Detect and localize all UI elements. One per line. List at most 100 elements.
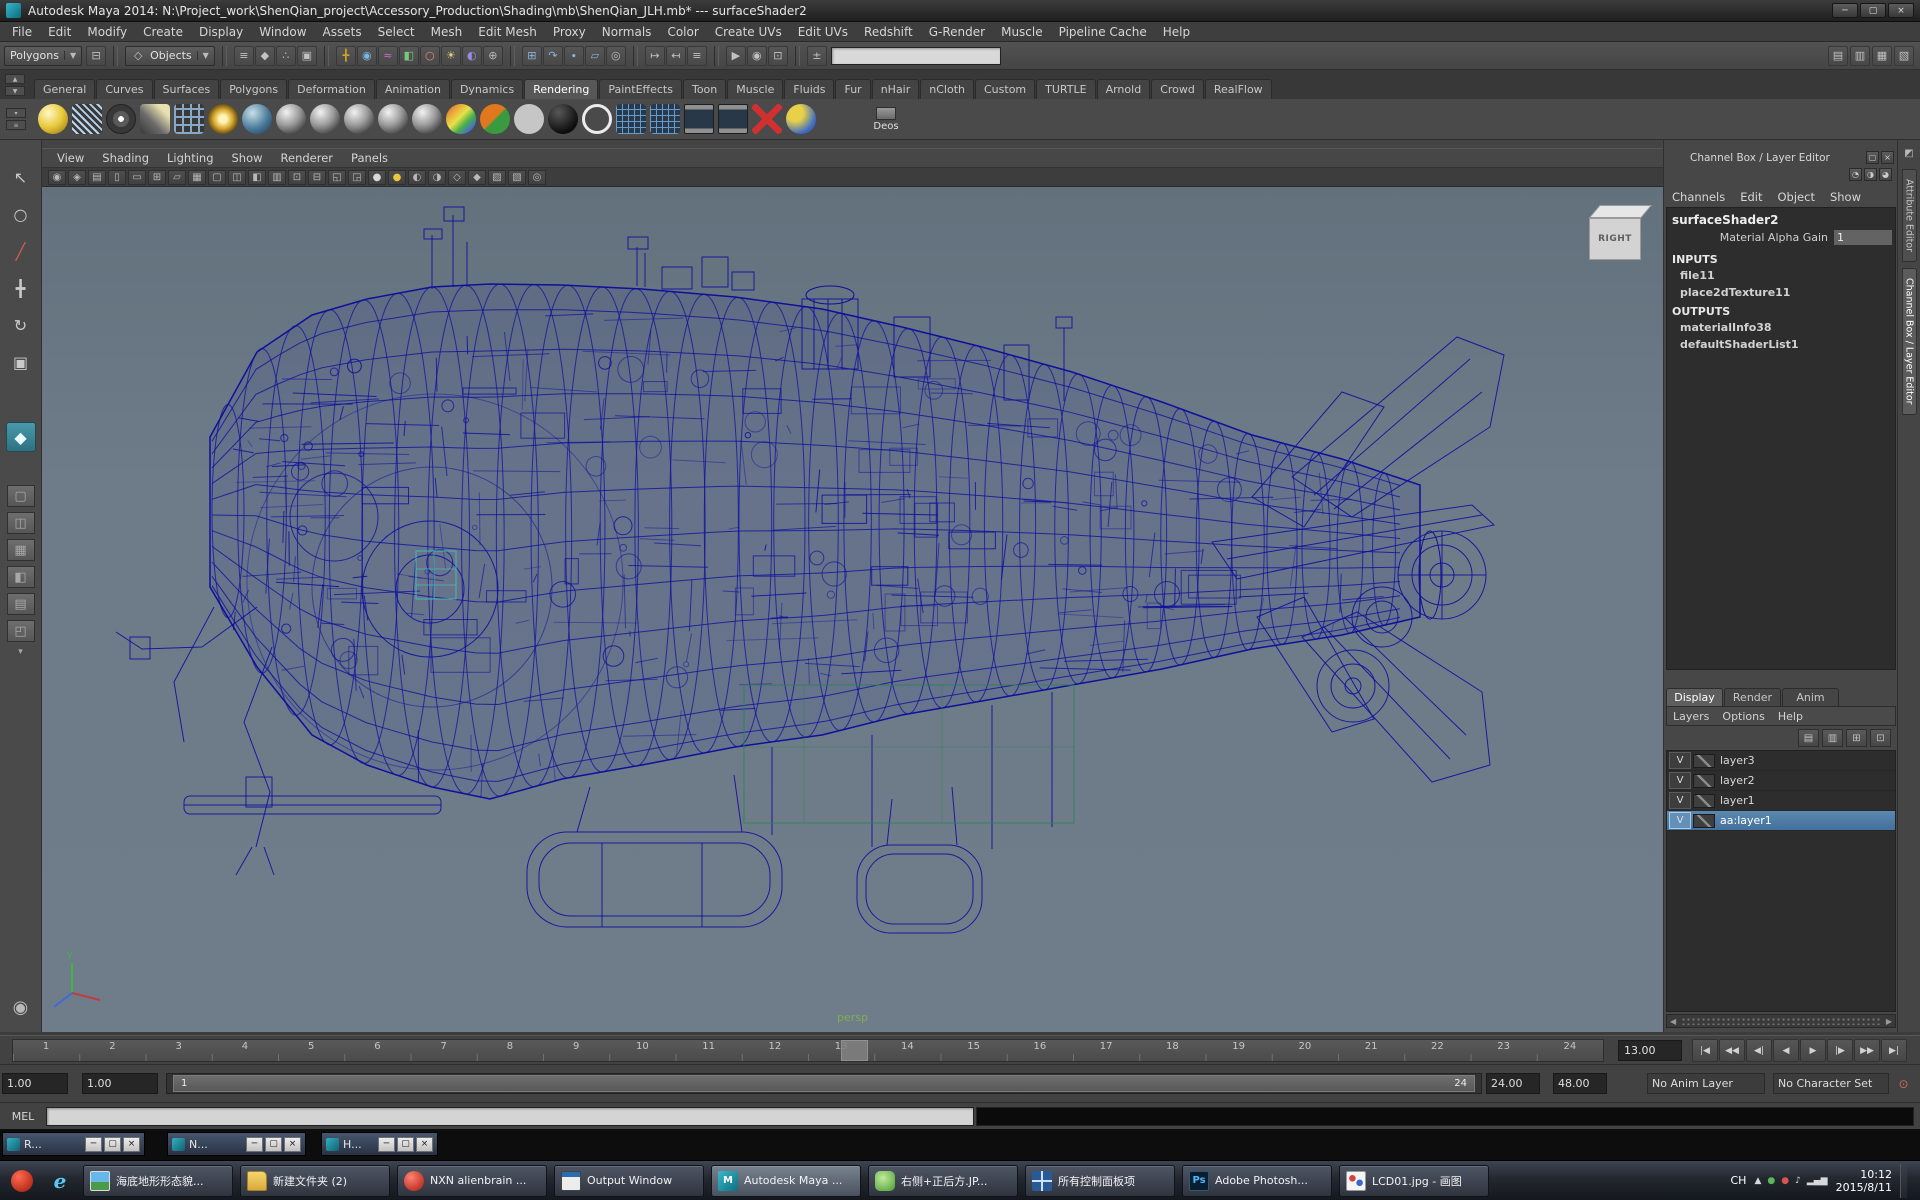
select-object-icon[interactable]: ◆	[254, 45, 275, 66]
step-forward-frame-button[interactable]: ▶▶	[1854, 1039, 1880, 1062]
shelf-tab-toon[interactable]: Toon	[682, 79, 727, 99]
ramp-shader-icon[interactable]	[446, 104, 476, 134]
shelf-tab-animation[interactable]: Animation	[375, 79, 450, 99]
shelf-tab-general[interactable]: General	[34, 79, 96, 99]
menu-mesh[interactable]: Mesh	[423, 22, 471, 42]
film-gate-icon[interactable]: ▢	[208, 169, 226, 185]
playback-end-field[interactable]: 24.00	[1486, 1073, 1540, 1094]
uv-texture-editor-icon[interactable]	[616, 104, 646, 134]
menu-edit-mesh[interactable]: Edit Mesh	[470, 22, 545, 42]
viewport-menu-panels[interactable]: Panels	[342, 151, 397, 165]
frame-all-icon[interactable]: ◱	[328, 169, 346, 185]
channel-box-menu-object[interactable]: Object	[1778, 190, 1815, 204]
lock-camera-icon[interactable]: ◈	[68, 169, 86, 185]
absolute-relative-toggle-icon[interactable]: ±	[806, 45, 827, 66]
shelf-tab-realflow[interactable]: RealFlow	[1204, 79, 1272, 99]
lasso-tool-icon[interactable]: ○	[6, 199, 36, 229]
start-menu-icon[interactable]	[5, 1165, 39, 1197]
uv-snapshot-icon[interactable]	[650, 104, 680, 134]
layout-menu-button[interactable]: ▾	[18, 647, 23, 657]
layer-editor-tab-render[interactable]: Render	[1724, 688, 1781, 706]
last-tool-icon[interactable]: ◆	[5, 422, 36, 452]
channel-node-item[interactable]: defaultShaderList1	[1667, 336, 1895, 353]
layer-visibility-toggle[interactable]: V	[1669, 792, 1691, 809]
mask-deformers-icon[interactable]: ○	[419, 45, 440, 66]
maximize-button[interactable]: ▢	[1860, 3, 1886, 18]
sidebar-tab-attribute-editor[interactable]: Attribute Editor	[1901, 169, 1917, 263]
animation-end-field[interactable]: 48.00	[1553, 1073, 1607, 1094]
statusline-grip[interactable]	[323, 45, 329, 66]
deos-shelf-item[interactable]: Deos	[864, 106, 908, 132]
menu-normals[interactable]: Normals	[594, 22, 660, 42]
layer-row-layer2[interactable]: Vlayer2	[1667, 771, 1895, 791]
view-cube-top-face[interactable]	[1589, 205, 1652, 218]
shelf-tab-surfaces[interactable]: Surfaces	[153, 79, 220, 99]
step-back-key-button[interactable]: ◀|	[1746, 1039, 1772, 1062]
taskbar-item-lcd01-jpg[interactable]: LCD01.jpg - 画图	[1339, 1164, 1489, 1197]
channel-box-menu-show[interactable]: Show	[1830, 190, 1861, 204]
select-component-icon[interactable]: ∴	[275, 45, 296, 66]
minimize-button[interactable]: ─	[85, 1136, 102, 1152]
shaded-mode-icon[interactable]: ◆	[468, 169, 486, 185]
shelf-tab-dynamics[interactable]: Dynamics	[450, 79, 524, 99]
view-cube-front-face[interactable]: RIGHT	[1589, 218, 1641, 260]
layer-color-swatch[interactable]	[1693, 773, 1715, 788]
menu-select[interactable]: Select	[370, 22, 423, 42]
scroll-left-arrow-icon[interactable]: ◀	[1670, 1017, 1676, 1026]
minimize-button[interactable]: ─	[1832, 3, 1858, 18]
auto-keyframe-toggle-icon[interactable]: ⊙	[1894, 1075, 1913, 1093]
statusline-grip[interactable]	[113, 45, 119, 66]
menu-edit-uvs[interactable]: Edit UVs	[790, 22, 856, 42]
shelf-tab-painteffects[interactable]: PaintEffects	[599, 79, 682, 99]
field-chart-icon[interactable]: ▥	[268, 169, 286, 185]
layout-persp-outliner-icon[interactable]: ◧	[6, 566, 35, 588]
character-set-dropdown[interactable]: No Character Set	[1773, 1073, 1889, 1094]
range-slider-bar[interactable]: 1 24	[173, 1075, 1475, 1092]
collapse-statusline-button[interactable]: ⊟	[86, 45, 107, 66]
shelf-tab-turtle[interactable]: TURTLE	[1036, 79, 1096, 99]
close-button[interactable]: ×	[1888, 3, 1914, 18]
grease-pencil-icon[interactable]: ▱	[168, 169, 186, 185]
minimize-button[interactable]: ─	[378, 1136, 395, 1152]
numeric-input-field[interactable]	[830, 46, 1001, 65]
point-light-icon[interactable]	[106, 104, 136, 134]
shelf-tab-curves[interactable]: Curves	[96, 79, 153, 99]
shelf-tab-arnold[interactable]: Arnold	[1096, 79, 1151, 99]
anisotropic-shader-icon[interactable]	[276, 104, 306, 134]
move-tool-icon[interactable]: ╋	[6, 273, 36, 303]
layer-visibility-toggle[interactable]: V	[1669, 772, 1691, 789]
render-settings-icon[interactable]: ⊡	[767, 45, 788, 66]
close-button[interactable]: ×	[284, 1136, 301, 1152]
safe-action-icon[interactable]: ⊡	[288, 169, 306, 185]
volume-light-icon[interactable]	[208, 104, 238, 134]
command-line-input[interactable]	[46, 1106, 974, 1126]
mask-curves-icon[interactable]: ≈	[377, 45, 398, 66]
menu-edit[interactable]: Edit	[40, 22, 79, 42]
clock[interactable]: 10:12 2015/8/11	[1836, 1168, 1892, 1194]
shelf-up-button[interactable]: ▲	[5, 74, 25, 84]
ambient-light-icon[interactable]	[38, 104, 68, 134]
menu-create-uvs[interactable]: Create UVs	[707, 22, 790, 42]
use-background-icon[interactable]	[548, 104, 578, 134]
layer-visibility-toggle[interactable]: V	[1669, 752, 1691, 769]
viewport-menu-lighting[interactable]: Lighting	[158, 151, 222, 165]
panel-header[interactable]: Channel Box / Layer Editor ▢ ×	[1664, 148, 1898, 167]
network-tray-icon[interactable]: ▂▄▆	[1807, 1176, 1828, 1186]
shelf-tab-fluids[interactable]: Fluids	[784, 79, 835, 99]
snap-plane-icon[interactable]: ▱	[584, 45, 605, 66]
ipr-shelf-icon[interactable]	[718, 104, 748, 134]
ocean-shader-icon[interactable]	[242, 104, 272, 134]
maximize-button[interactable]: ▢	[265, 1136, 282, 1152]
minimized-window-h[interactable]: H... ─ ▢ ×	[321, 1132, 438, 1156]
menu-file[interactable]: File	[4, 22, 40, 42]
time-slider-track[interactable]: 123456789101112131415161718192021222324	[12, 1039, 1604, 1062]
channel-box-menu-channels[interactable]: Channels	[1672, 190, 1725, 204]
play-forwards-button[interactable]: ▶	[1800, 1039, 1826, 1062]
default-lighting-icon[interactable]: ●	[368, 169, 386, 185]
channel-box-menu-edit[interactable]: Edit	[1740, 190, 1762, 204]
taskbar-item-2[interactable]: 新建文件夹 (2)	[240, 1164, 390, 1197]
node-name[interactable]: surfaceShader2	[1667, 211, 1895, 229]
menu-display[interactable]: Display	[191, 22, 251, 42]
shelf-tab-deformation[interactable]: Deformation	[288, 79, 375, 99]
xray-icon[interactable]: ▧	[508, 169, 526, 185]
